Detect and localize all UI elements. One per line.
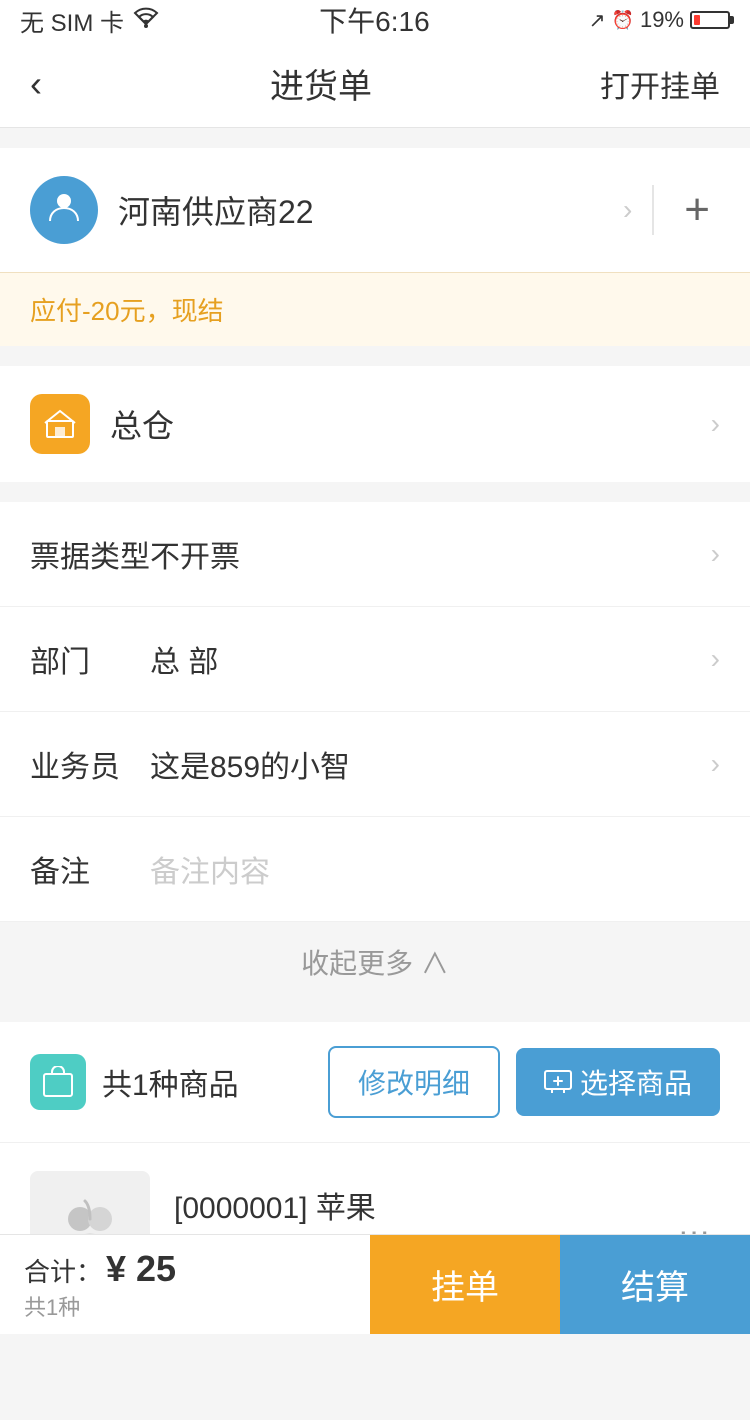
wifi-icon bbox=[132, 6, 160, 35]
warehouse-name: 总仓 bbox=[110, 401, 711, 447]
gap-2 bbox=[0, 346, 750, 366]
page-title: 进货单 bbox=[270, 59, 372, 108]
bottom-bar: 合计： ¥ 25 共1种 挂单 结算 bbox=[0, 1234, 750, 1334]
product-count: 共1种商品 bbox=[102, 1060, 328, 1104]
ticket-type-label: 票据类型 bbox=[30, 532, 150, 576]
product-code: [0000001] bbox=[174, 1192, 307, 1225]
salesman-chevron-icon: › bbox=[711, 748, 720, 780]
remark-label: 备注 bbox=[30, 847, 150, 891]
remark-input[interactable]: 备注内容 bbox=[150, 847, 720, 891]
gap-3 bbox=[0, 482, 750, 502]
supplier-section: 河南供应商22 › + 应付-20元，现结 bbox=[0, 148, 750, 346]
supplier-row[interactable]: 河南供应商22 › + bbox=[0, 148, 750, 272]
back-button[interactable]: ‹ bbox=[30, 63, 42, 105]
status-bar: 无 SIM 卡 下午6:16 ↗ ⏰ 19% bbox=[0, 0, 750, 40]
person-icon bbox=[46, 188, 82, 233]
department-value: 总 部 bbox=[150, 637, 711, 681]
ticket-chevron-icon: › bbox=[711, 538, 720, 570]
nav-bar: ‹ 进货单 打开挂单 bbox=[0, 40, 750, 128]
fields-section: 票据类型 不开票 › 部门 总 部 › 业务员 这是859的小智 › 备注 备注… bbox=[0, 502, 750, 922]
supplier-avatar bbox=[30, 176, 98, 244]
location-icon: ↗ bbox=[589, 8, 606, 33]
ticket-type-value: 不开票 bbox=[150, 532, 711, 576]
add-supplier-button[interactable]: + bbox=[674, 185, 720, 235]
department-label: 部门 bbox=[30, 637, 150, 681]
carrier-text: 无 SIM 卡 bbox=[20, 3, 124, 38]
total-amount: ¥ 25 bbox=[106, 1248, 176, 1290]
alarm-icon: ⏰ bbox=[612, 10, 634, 31]
status-right: ↗ ⏰ 19% bbox=[589, 7, 730, 33]
warehouse-row[interactable]: 总仓 › bbox=[0, 366, 750, 482]
battery-icon bbox=[690, 11, 730, 29]
ticket-type-row[interactable]: 票据类型 不开票 › bbox=[0, 502, 750, 607]
product-name: [0000001] 苹果 bbox=[174, 1183, 644, 1227]
product-title: 苹果 bbox=[316, 1192, 376, 1225]
edit-detail-button[interactable]: 修改明细 bbox=[328, 1046, 500, 1118]
salesman-row[interactable]: 业务员 这是859的小智 › bbox=[0, 712, 750, 817]
suspend-button[interactable]: 挂单 bbox=[370, 1235, 560, 1334]
chevron-right-icon: › bbox=[623, 194, 632, 226]
bottom-spacer bbox=[0, 1320, 750, 1420]
collapse-bar[interactable]: 收起更多 ∧ bbox=[0, 922, 750, 1002]
open-pending-button[interactable]: 打开挂单 bbox=[600, 62, 720, 106]
department-row[interactable]: 部门 总 部 › bbox=[0, 607, 750, 712]
department-chevron-icon: › bbox=[711, 643, 720, 675]
warehouse-section: 总仓 › bbox=[0, 366, 750, 482]
total-section: 合计： ¥ 25 共1种 bbox=[0, 1235, 370, 1334]
warehouse-icon bbox=[30, 394, 90, 454]
checkout-button[interactable]: 结算 bbox=[560, 1235, 750, 1334]
supplier-divider bbox=[652, 185, 654, 235]
remark-row[interactable]: 备注 备注内容 bbox=[0, 817, 750, 922]
salesman-value: 这是859的小智 bbox=[150, 742, 711, 786]
total-label: 合计： bbox=[24, 1252, 102, 1289]
collapse-label: 收起更多 ∧ bbox=[301, 948, 449, 979]
supplier-alert: 应付-20元，现结 bbox=[0, 272, 750, 346]
time-display: 下午6:16 bbox=[319, 0, 430, 40]
gap-4 bbox=[0, 1002, 750, 1022]
product-icon bbox=[30, 1054, 86, 1110]
salesman-label: 业务员 bbox=[30, 742, 150, 786]
total-count: 共1种 bbox=[24, 1290, 346, 1322]
supplier-name: 河南供应商22 bbox=[118, 187, 623, 233]
product-header: 共1种商品 修改明细 选择商品 bbox=[0, 1022, 750, 1143]
select-product-button[interactable]: 选择商品 bbox=[516, 1048, 720, 1116]
warehouse-chevron-icon: › bbox=[711, 408, 720, 440]
status-left: 无 SIM 卡 bbox=[20, 3, 160, 38]
gap-1 bbox=[0, 128, 750, 148]
select-product-label: 选择商品 bbox=[580, 1062, 692, 1102]
battery-percent: 19% bbox=[640, 7, 684, 33]
